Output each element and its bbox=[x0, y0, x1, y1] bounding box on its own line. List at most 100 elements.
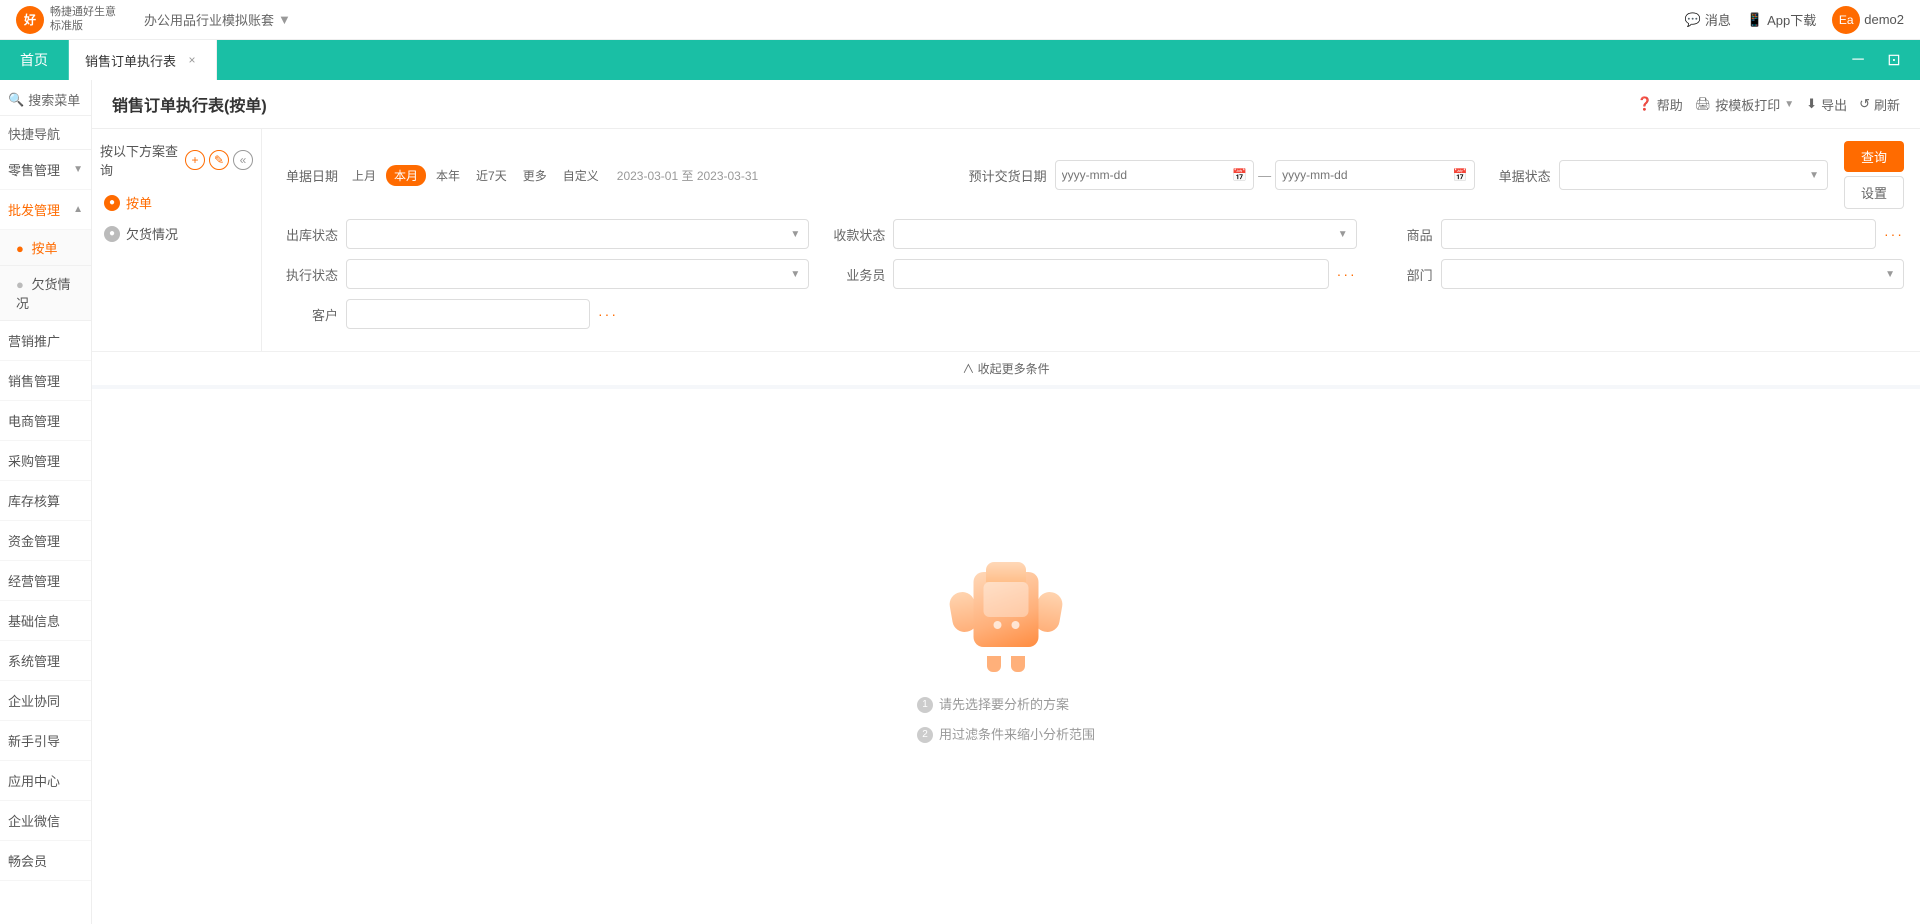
sub-item-icon: ● bbox=[16, 241, 24, 256]
export-button[interactable]: ⬇ 导出 bbox=[1806, 95, 1847, 114]
export-icon: ⬇ bbox=[1806, 96, 1817, 112]
app-download-button[interactable]: 📱 App下载 bbox=[1747, 10, 1816, 29]
print-icon: 🖨 bbox=[1695, 96, 1712, 112]
scheme-panel: 按以下方案查询 + ✎ « ● 按单 ● 欠货情况 bbox=[92, 129, 262, 351]
sidebar-item-wholesale[interactable]: 批发管理 ▲ bbox=[0, 190, 91, 230]
scheme-item-shortage[interactable]: ● 欠货情况 bbox=[100, 218, 253, 249]
date-tab-more[interactable]: 更多 bbox=[517, 165, 553, 186]
filter-field-dept: 部门 ▼ bbox=[1373, 259, 1904, 289]
sidebar-item-system[interactable]: 系统管理 bbox=[0, 641, 91, 681]
salesman-input[interactable] bbox=[893, 259, 1328, 289]
date-tab-custom[interactable]: 自定义 bbox=[557, 165, 605, 186]
product-dots-button[interactable]: ··· bbox=[1884, 226, 1904, 242]
filter-field-expected-date: 预计交货日期 📅 — 📅 bbox=[969, 160, 1475, 190]
sidebar-item-wechat[interactable]: 企业微信 bbox=[0, 801, 91, 841]
date-tab-this-month[interactable]: 本月 bbox=[386, 165, 426, 186]
logo-text: 畅捷通好生意 标准版 bbox=[50, 6, 116, 32]
page-header: 销售订单执行表(按单) ❓ 帮助 🖨 按模板打印 ▼ ⬇ 导出 ↺ 刷新 bbox=[92, 80, 1920, 129]
scheme-edit-button[interactable]: ✎ bbox=[209, 150, 229, 170]
scheme-collapse-button[interactable]: « bbox=[233, 150, 253, 170]
calendar-icon-start[interactable]: 📅 bbox=[1232, 168, 1247, 182]
tab-sales-order[interactable]: 销售订单执行表 × bbox=[69, 40, 217, 80]
legs bbox=[987, 656, 1025, 672]
tab-home[interactable]: 首页 bbox=[0, 40, 69, 80]
user-menu-button[interactable]: Ea demo2 bbox=[1832, 6, 1904, 34]
page-title: 销售订单执行表(按单) bbox=[112, 92, 267, 128]
customer-dots-button[interactable]: ··· bbox=[598, 306, 618, 322]
dept-select[interactable]: ▼ bbox=[1441, 259, 1904, 289]
help-button[interactable]: ❓ 帮助 bbox=[1637, 95, 1683, 114]
sidebar-item-retail[interactable]: 零售管理 ▼ bbox=[0, 150, 91, 190]
head bbox=[986, 562, 1026, 582]
scheme-dot-active: ● bbox=[104, 195, 120, 211]
sidebar-item-collab[interactable]: 企业协同 bbox=[0, 681, 91, 721]
sidebar-item-basic-info[interactable]: 基础信息 bbox=[0, 601, 91, 641]
dept-label: 部门 bbox=[1373, 265, 1433, 284]
eye-left bbox=[993, 621, 1001, 629]
tab-maximize-button[interactable]: ⊡ bbox=[1880, 46, 1908, 74]
sidebar: 🔍 搜索菜单 快捷导航 零售管理 ▼ 批发管理 ▲ ● 按单 ● 欠货情况 营销… bbox=[0, 80, 92, 924]
header-right: 💬 消息 📱 App下载 Ea demo2 bbox=[1685, 6, 1904, 34]
leg-left bbox=[987, 656, 1001, 672]
receipt-status-select[interactable]: ▼ bbox=[893, 219, 1356, 249]
sidebar-item-purchase[interactable]: 采购管理 bbox=[0, 441, 91, 481]
hint-num-1: 1 bbox=[917, 697, 933, 713]
settings-button[interactable]: 设置 bbox=[1844, 176, 1904, 209]
logo-icon: 好 bbox=[16, 6, 44, 34]
expected-date-start-wrap: 📅 bbox=[1055, 160, 1255, 190]
hint-num-2: 2 bbox=[917, 727, 933, 743]
filter-field-exec-status: 执行状态 ▼ bbox=[278, 259, 809, 289]
sidebar-item-ecommerce[interactable]: 电商管理 bbox=[0, 401, 91, 441]
date-tab-last-month[interactable]: 上月 bbox=[346, 165, 382, 186]
product-input[interactable] bbox=[1441, 219, 1876, 249]
tab-minimize-button[interactable]: ─ bbox=[1844, 46, 1872, 74]
customer-input[interactable] bbox=[346, 299, 590, 329]
sidebar-item-inventory[interactable]: 库存核算 bbox=[0, 481, 91, 521]
sidebar-quick-nav-button[interactable]: 快捷导航 bbox=[0, 116, 91, 150]
collapse-more-button[interactable]: ∧ 收起更多条件 bbox=[92, 351, 1920, 385]
avatar: Ea bbox=[1832, 6, 1860, 34]
sidebar-item-operations[interactable]: 经营管理 bbox=[0, 561, 91, 601]
delivery-status-label: 出库状态 bbox=[278, 225, 338, 244]
expected-date-start[interactable] bbox=[1062, 168, 1233, 182]
chevron-up-icon: ∧ bbox=[962, 362, 977, 376]
empty-illustration bbox=[946, 562, 1066, 672]
salesman-label: 业务员 bbox=[825, 265, 885, 284]
sidebar-item-appcenter[interactable]: 应用中心 bbox=[0, 761, 91, 801]
sidebar-item-vip[interactable]: 畅会员 bbox=[0, 841, 91, 881]
filter-field-product: 商品 ··· bbox=[1373, 219, 1904, 249]
delivery-status-select[interactable]: ▼ bbox=[346, 219, 809, 249]
sidebar-item-finance[interactable]: 资金管理 bbox=[0, 521, 91, 561]
body-box bbox=[974, 572, 1039, 647]
eye-right bbox=[1011, 621, 1019, 629]
empty-text: 1 请先选择要分析的方案 2 用过滤条件来缩小分析范围 bbox=[917, 692, 1095, 752]
breadcrumb-dropdown-icon[interactable]: ▼ bbox=[278, 12, 291, 27]
refresh-button[interactable]: ↺ 刷新 bbox=[1859, 95, 1900, 114]
receipt-status-label: 收款状态 bbox=[825, 225, 885, 244]
exec-status-select[interactable]: ▼ bbox=[346, 259, 809, 289]
message-button[interactable]: 💬 消息 bbox=[1685, 10, 1731, 29]
message-icon: 💬 bbox=[1685, 12, 1701, 28]
doc-status-select[interactable]: ▼ bbox=[1559, 160, 1828, 190]
calendar-icon-end[interactable]: 📅 bbox=[1453, 168, 1468, 182]
sidebar-sub-item-order[interactable]: ● 按单 bbox=[0, 230, 91, 266]
date-tab-7days[interactable]: 近7天 bbox=[470, 165, 513, 186]
sidebar-item-onboarding[interactable]: 新手引导 bbox=[0, 721, 91, 761]
scheme-add-button[interactable]: + bbox=[185, 150, 205, 170]
filter-field-doc-status: 单据状态 ▼ bbox=[1491, 160, 1828, 190]
date-tab-this-year[interactable]: 本年 bbox=[430, 165, 466, 186]
eyes bbox=[974, 621, 1039, 629]
template-print-button[interactable]: 🖨 按模板打印 ▼ bbox=[1695, 95, 1794, 114]
filter-form: 单据日期 上月 本月 本年 近7天 更多 自定义 2023-03-01 至 20… bbox=[262, 129, 1920, 351]
header-left: 好 畅捷通好生意 标准版 办公用品行业模拟账套 ▼ bbox=[16, 6, 291, 34]
sidebar-sub-item-shortage[interactable]: ● 欠货情况 bbox=[0, 266, 91, 321]
scheme-item-order[interactable]: ● 按单 bbox=[100, 187, 253, 218]
query-button[interactable]: 查询 bbox=[1844, 141, 1904, 172]
sidebar-search-button[interactable]: 🔍 搜索菜单 bbox=[0, 80, 91, 116]
tab-close-icon[interactable]: × bbox=[184, 52, 200, 68]
filter-row-2: 出库状态 ▼ 收款状态 ▼ 商品 bbox=[278, 219, 1904, 249]
sidebar-item-marketing[interactable]: 营销推广 bbox=[0, 321, 91, 361]
sidebar-item-sales[interactable]: 销售管理 bbox=[0, 361, 91, 401]
salesman-dots-button[interactable]: ··· bbox=[1337, 266, 1357, 282]
expected-date-end[interactable] bbox=[1282, 168, 1453, 182]
